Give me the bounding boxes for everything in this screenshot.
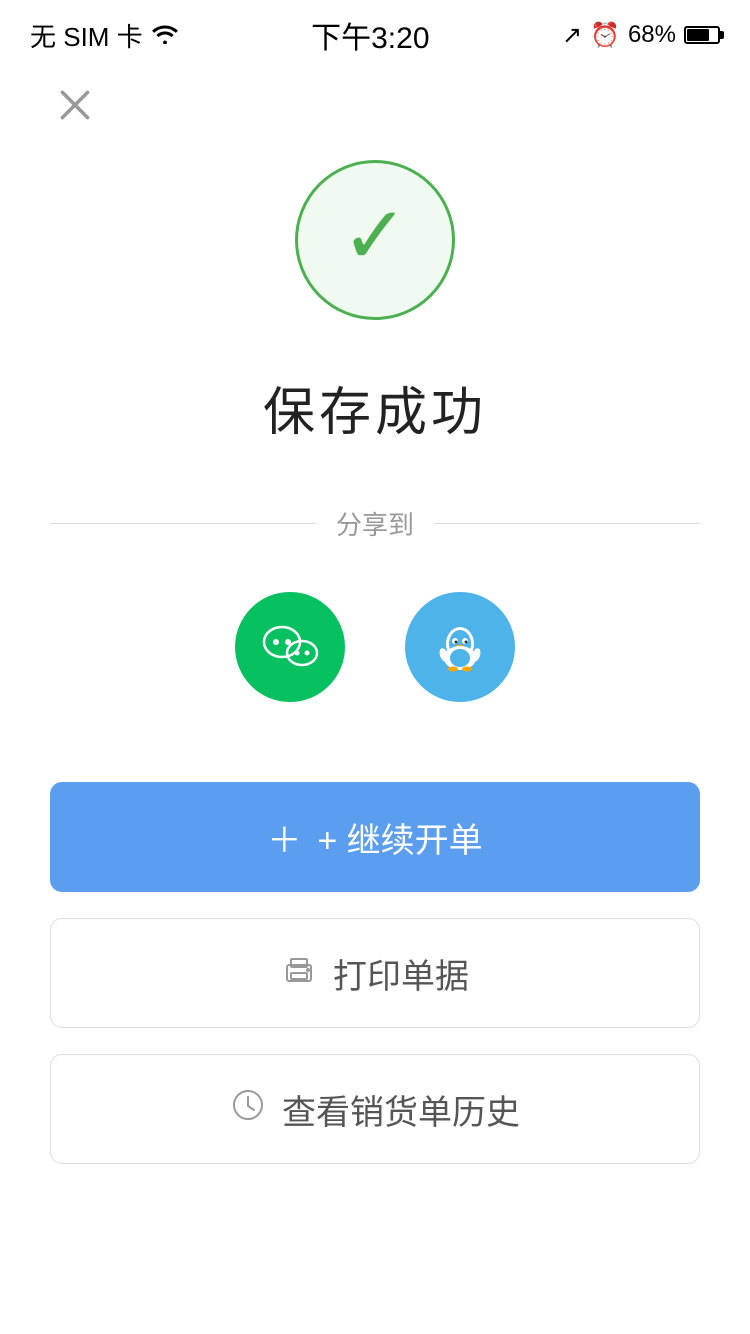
share-label: 分享到 [316, 505, 434, 542]
location-icon: ↗ [562, 21, 582, 50]
history-button[interactable]: 查看销货单历史 [50, 1054, 700, 1164]
plus-icon: ＋ [267, 813, 301, 862]
qq-share-button[interactable] [405, 592, 515, 702]
qq-icon [431, 618, 489, 676]
divider-line-right [434, 523, 700, 524]
clock-icon [230, 1087, 266, 1132]
status-time: 下午3:20 [311, 13, 429, 57]
checkmark-icon: ✓ [341, 196, 408, 276]
action-buttons: ＋ + 继续开单 打印单据 [0, 782, 750, 1164]
wifi-icon [151, 20, 179, 51]
main-content: ✓ 保存成功 分享到 [0, 60, 750, 1164]
share-icons-row [235, 592, 515, 702]
print-label: 打印单据 [333, 949, 469, 998]
battery-text: 68% [628, 21, 676, 49]
no-sim-text: 无 SIM 卡 [30, 17, 143, 54]
success-circle: ✓ [295, 160, 455, 320]
status-left: 无 SIM 卡 [30, 17, 179, 54]
continue-button[interactable]: ＋ + 继续开单 [50, 782, 700, 892]
close-button[interactable] [50, 80, 100, 130]
battery-icon [684, 26, 720, 44]
success-title: 保存成功 [263, 370, 487, 445]
printer-icon [281, 951, 317, 996]
share-divider-section: 分享到 [0, 505, 750, 542]
continue-label: + 继续开单 [317, 813, 482, 862]
print-button[interactable]: 打印单据 [50, 918, 700, 1028]
divider-line-left [50, 523, 316, 524]
status-right: ↗ ⏰ 68% [562, 21, 720, 50]
wechat-share-button[interactable] [235, 592, 345, 702]
wechat-icon [260, 620, 320, 675]
status-bar: 无 SIM 卡 下午3:20 ↗ ⏰ 68% [0, 0, 750, 60]
alarm-icon: ⏰ [590, 21, 620, 50]
history-label: 查看销货单历史 [282, 1085, 520, 1134]
